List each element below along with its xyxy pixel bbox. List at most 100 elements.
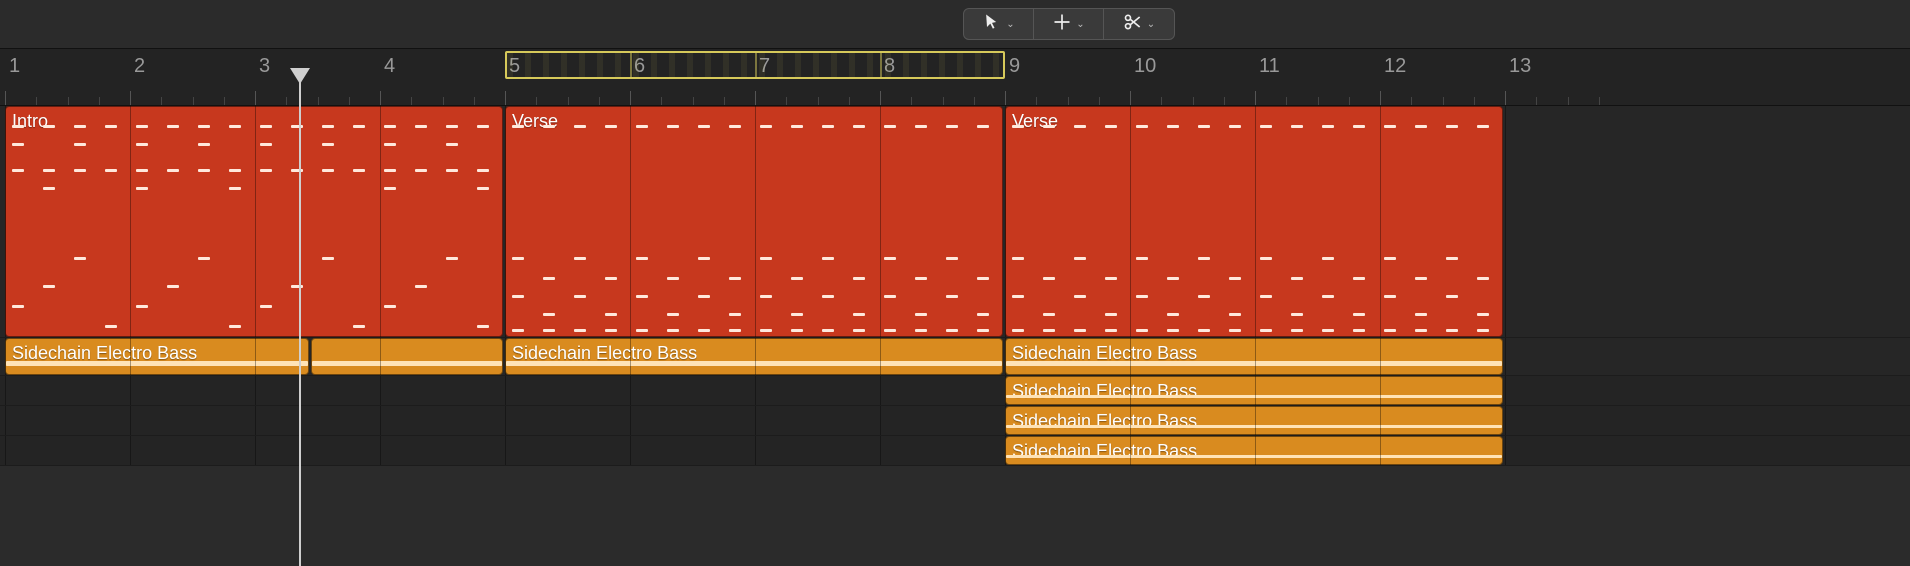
grid-line <box>755 106 756 337</box>
ruler-tick <box>880 91 881 105</box>
ruler-subtick <box>724 97 725 105</box>
ruler-subtick <box>443 97 444 105</box>
audio-waveform <box>506 364 1002 366</box>
grid-line <box>1380 106 1381 337</box>
ruler-subtick <box>286 97 287 105</box>
bar-number: 13 <box>1509 55 1531 78</box>
pointer-icon <box>982 12 1002 37</box>
grid-line <box>505 106 506 337</box>
ruler-subtick <box>536 97 537 105</box>
grid-line <box>1130 376 1131 405</box>
grid-line <box>880 406 881 435</box>
cycle-bar-marker <box>880 51 882 77</box>
ruler-subtick <box>474 97 475 105</box>
midi-notes <box>6 107 502 336</box>
bar-number: 12 <box>1384 55 1406 78</box>
ruler-tick <box>755 91 756 105</box>
grid-line <box>505 436 506 465</box>
cycle-bar-marker <box>755 51 757 77</box>
bar-number: 2 <box>134 55 145 78</box>
grid-line <box>1505 338 1506 375</box>
scissor-tool[interactable]: ⌄ <box>1104 9 1174 39</box>
ruler-subtick <box>1036 97 1037 105</box>
ruler-tick <box>1255 91 1256 105</box>
grid-line <box>5 338 6 375</box>
audio-waveform <box>1006 395 1502 398</box>
audio-region[interactable]: Sidechain Electro Bass <box>1005 376 1503 405</box>
audio-waveform <box>1006 364 1502 366</box>
grid-line <box>380 436 381 465</box>
region-label: Sidechain Electro Bass <box>1012 381 1197 402</box>
ruler-subtick <box>1443 97 1444 105</box>
toolbar-strip: ⌄⌄⌄ <box>0 0 1910 48</box>
audio-region[interactable]: Sidechain Electro Bass <box>1005 338 1503 375</box>
grid-line <box>255 376 256 405</box>
bar-number: 10 <box>1134 55 1156 78</box>
audio-waveform <box>1006 455 1502 458</box>
track-lane[interactable]: IntroVerseVerse <box>0 106 1910 338</box>
ruler-subtick <box>1099 97 1100 105</box>
pencil-tool[interactable]: ⌄ <box>1034 9 1104 39</box>
grid-line <box>505 338 506 375</box>
ruler-subtick <box>943 97 944 105</box>
ruler-subtick <box>1536 97 1537 105</box>
ruler-subtick <box>974 97 975 105</box>
grid-line <box>1505 436 1506 465</box>
track-lane[interactable]: Sidechain Electro Bass <box>0 436 1910 466</box>
ruler-subtick <box>224 97 225 105</box>
timeline-ruler[interactable]: 12345678910111213 <box>0 48 1910 106</box>
grid-line <box>1130 436 1131 465</box>
ruler-subtick <box>1318 97 1319 105</box>
pointer-tool[interactable]: ⌄ <box>964 9 1034 39</box>
audio-region[interactable]: Sidechain Electro Bass <box>505 338 1003 375</box>
ruler-subtick <box>68 97 69 105</box>
grid-line <box>1130 338 1131 375</box>
midi-region[interactable]: Verse <box>505 106 1003 337</box>
grid-line <box>880 376 881 405</box>
grid-line <box>755 436 756 465</box>
ruler-subtick <box>349 97 350 105</box>
audio-region[interactable]: Sidechain Electro Bass <box>5 338 309 375</box>
audio-region[interactable]: Sidechain Electro Bass <box>1005 436 1503 465</box>
grid-line <box>380 406 381 435</box>
scissors-icon <box>1123 12 1143 37</box>
ruler-tick <box>630 91 631 105</box>
grid-line <box>130 338 131 375</box>
ruler-subtick <box>99 97 100 105</box>
grid-line <box>1505 106 1506 337</box>
cycle-bar-marker <box>630 51 632 77</box>
ruler-tick <box>1505 91 1506 105</box>
ruler-tick <box>505 91 506 105</box>
grid-line <box>1380 338 1381 375</box>
bar-number: 11 <box>1259 55 1280 78</box>
grid-line <box>1505 406 1506 435</box>
grid-line <box>380 338 381 375</box>
grid-line <box>1005 338 1006 375</box>
tracks-area[interactable]: IntroVerseVerseSidechain Electro BassSid… <box>0 106 1910 566</box>
grid-line <box>255 106 256 337</box>
midi-notes <box>1006 107 1502 336</box>
audio-waveform <box>312 364 502 366</box>
grid-line <box>1255 338 1256 375</box>
track-lane[interactable]: Sidechain Electro BassSidechain Electro … <box>0 338 1910 376</box>
audio-waveform <box>6 364 308 366</box>
tool-selector: ⌄⌄⌄ <box>963 8 1175 40</box>
ruler-subtick <box>1286 97 1287 105</box>
grid-line <box>255 338 256 375</box>
ruler-subtick <box>693 97 694 105</box>
grid-line <box>1255 376 1256 405</box>
playhead[interactable] <box>299 70 301 566</box>
ruler-subtick <box>661 97 662 105</box>
track-lane[interactable]: Sidechain Electro Bass <box>0 406 1910 436</box>
audio-region[interactable]: Sidechain Electro Bass <box>1005 406 1503 435</box>
crosshair-icon <box>1052 12 1072 37</box>
ruler-subtick <box>786 97 787 105</box>
ruler-tick <box>130 91 131 105</box>
audio-region[interactable] <box>311 338 503 375</box>
ruler-subtick <box>849 97 850 105</box>
track-lane[interactable]: Sidechain Electro Bass <box>0 376 1910 406</box>
midi-region[interactable]: Verse <box>1005 106 1503 337</box>
grid-line <box>880 106 881 337</box>
ruler-subtick <box>411 97 412 105</box>
midi-region[interactable]: Intro <box>5 106 503 337</box>
